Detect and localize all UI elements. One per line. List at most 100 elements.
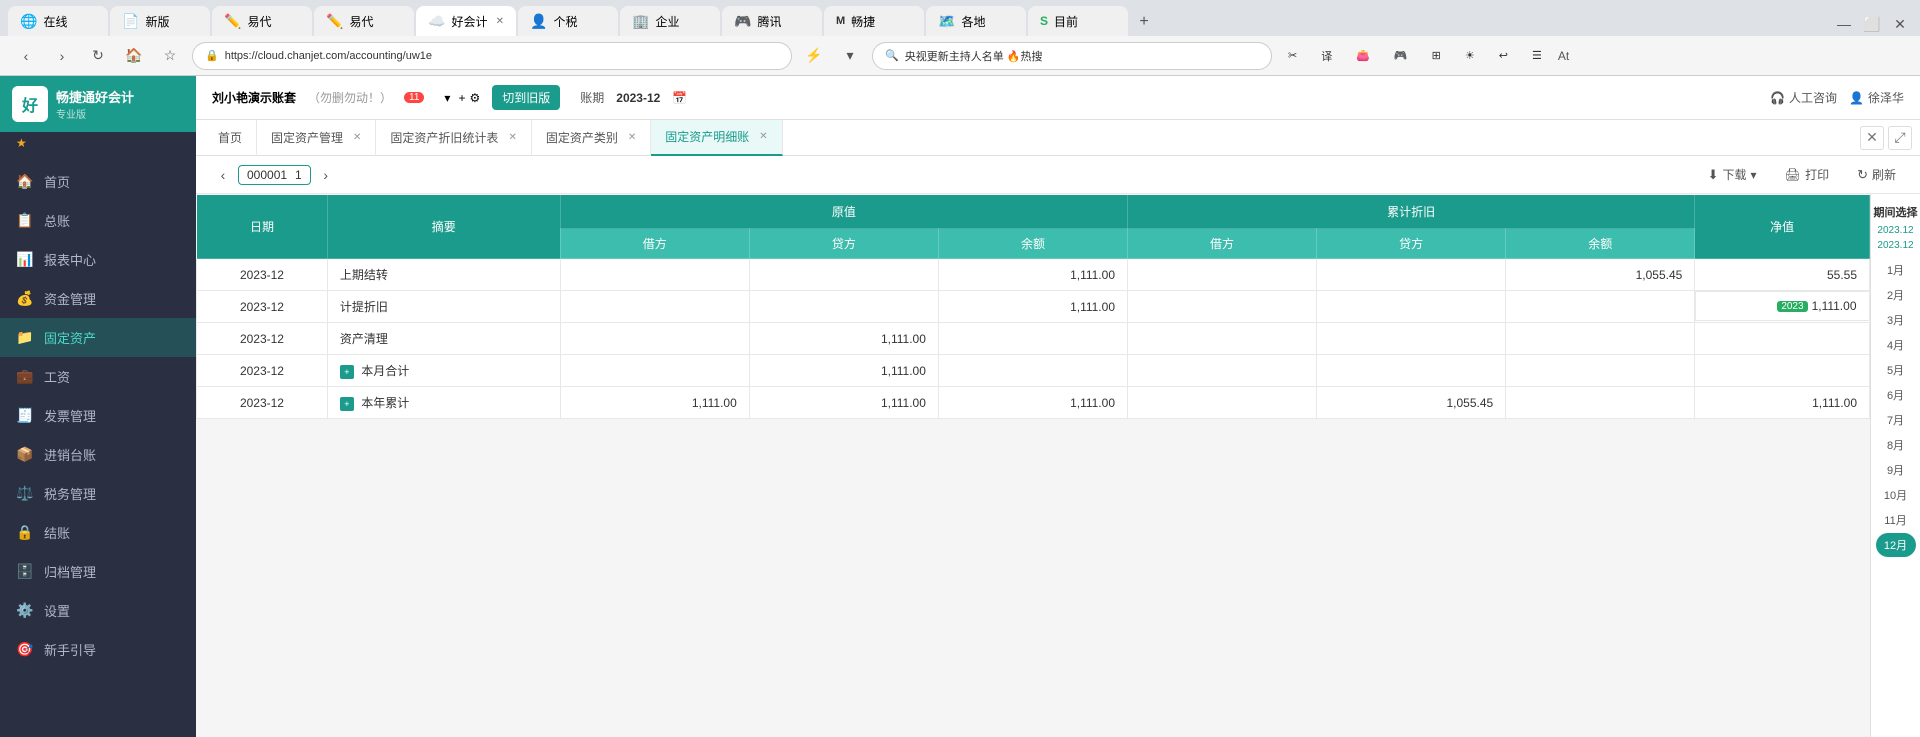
user-profile-button[interactable]: 👤 徐泽华 xyxy=(1849,89,1904,106)
page-tab-close-icon[interactable]: ✕ xyxy=(628,132,636,143)
browser-tab-muqian[interactable]: S 目前 xyxy=(1028,6,1128,36)
brightness-button[interactable]: ☀ xyxy=(1457,43,1483,69)
cell-summary: 资产清理 xyxy=(327,323,560,355)
download-button[interactable]: ⬇ 下载 ▾ xyxy=(1700,162,1765,187)
month-item-11[interactable]: 11月 xyxy=(1876,508,1916,532)
game-button[interactable]: 🎮 xyxy=(1386,43,1416,69)
sidebar-item-inventory[interactable]: 📦 进销台账 xyxy=(0,435,196,474)
month-item-6[interactable]: 6月 xyxy=(1876,383,1916,407)
calendar-icon[interactable]: 📅 xyxy=(672,91,687,105)
browser-tab-new[interactable]: 📄 新版 xyxy=(110,6,210,36)
refresh-button[interactable]: ↻ 刷新 xyxy=(1849,162,1904,187)
cell-orig-debit xyxy=(560,259,749,291)
archive-icon: 🗄️ xyxy=(16,563,34,581)
month-item-3[interactable]: 3月 xyxy=(1876,308,1916,332)
translate-button[interactable]: 译 xyxy=(1313,43,1340,69)
dropdown-chevron: ▾ xyxy=(1751,168,1757,182)
guide-icon: 🎯 xyxy=(16,641,34,659)
month-item-2[interactable]: 2月 xyxy=(1876,283,1916,307)
browser-tab-qiye[interactable]: 🏢 企业 xyxy=(620,6,720,36)
url-input[interactable]: 🔒 https://cloud.chanjet.com/accounting/u… xyxy=(192,42,792,70)
support-button[interactable]: 🎧 人工咨询 xyxy=(1770,89,1837,106)
tab-add-button[interactable]: + xyxy=(1130,8,1158,36)
search-text: 央视更新主持人名单 🔥热搜 xyxy=(905,48,1043,64)
undo-button[interactable]: ↩ xyxy=(1491,43,1516,69)
browser-tab-haokuaiji[interactable]: ☁️ 好会计 ✕ xyxy=(416,6,516,36)
cell-net-value: 2023 1,111.00 xyxy=(1695,291,1869,321)
month-item-5[interactable]: 5月 xyxy=(1876,358,1916,382)
month-item-4[interactable]: 4月 xyxy=(1876,333,1916,357)
cell-summary: + 本年累计 xyxy=(327,387,560,419)
settings-icon[interactable]: ⚙ xyxy=(469,91,480,105)
page-tab-home[interactable]: 首页 xyxy=(204,120,257,156)
sidebar-item-salary[interactable]: 💼 工资 xyxy=(0,357,196,396)
sidebar-item-guide[interactable]: 🎯 新手引导 xyxy=(0,630,196,669)
browser-tab-yidai1[interactable]: ✏️ 易代 xyxy=(212,6,312,36)
page-tab-close-icon[interactable]: ✕ xyxy=(759,131,767,142)
sidebar-item-tax[interactable]: ⚖️ 税务管理 xyxy=(0,474,196,513)
home-nav-button[interactable]: 🏠 xyxy=(120,42,148,70)
tab-close-icon[interactable]: ✕ xyxy=(496,16,504,27)
page-tab-close-icon[interactable]: ✕ xyxy=(353,132,361,143)
dropdown-icon[interactable]: ▾ xyxy=(444,91,450,105)
sidebar-item-archive[interactable]: 🗄️ 归档管理 xyxy=(0,552,196,591)
grid-button[interactable]: ⊞ xyxy=(1424,43,1449,69)
month-item-8[interactable]: 8月 xyxy=(1876,433,1916,457)
browser-tab-changjie[interactable]: M 畅捷 xyxy=(824,6,924,36)
browser-tab-gedi[interactable]: 🗺️ 各地 xyxy=(926,6,1026,36)
month-item-10[interactable]: 10月 xyxy=(1876,483,1916,507)
refresh-nav-button[interactable]: ↻ xyxy=(84,42,112,70)
sidebar-item-home[interactable]: 🏠 首页 xyxy=(0,162,196,201)
month-item-12[interactable]: 12月 xyxy=(1876,533,1916,557)
page-tab-fixed-assets-mgmt[interactable]: 固定资产管理 ✕ xyxy=(257,120,376,156)
menu-button[interactable]: ☰ xyxy=(1524,43,1550,69)
browser-tab-online[interactable]: 🌐 在线 xyxy=(8,6,108,36)
forward-button[interactable]: › xyxy=(48,42,76,70)
browser-tab-tencent[interactable]: 🎮 腾讯 xyxy=(722,6,822,36)
month-item-9[interactable]: 9月 xyxy=(1876,458,1916,482)
sidebar-item-closing[interactable]: 🔒 结账 xyxy=(0,513,196,552)
bookmark-button[interactable]: ☆ xyxy=(156,42,184,70)
scissors-button[interactable]: ✂ xyxy=(1280,43,1305,69)
table-row: 2023-12 + 本月合计 1,111.00 xyxy=(197,355,1870,387)
settings-icon: ⚙️ xyxy=(16,602,34,620)
header-net-value: 净值 xyxy=(1695,195,1870,259)
next-asset-button[interactable]: › xyxy=(315,164,337,186)
switch-old-version-button[interactable]: 切到旧版 xyxy=(492,85,560,110)
cell-date: 2023-12 xyxy=(197,259,328,291)
sidebar-item-settings[interactable]: ⚙️ 设置 xyxy=(0,591,196,630)
browser-tab-yidai2[interactable]: ✏️ 易代 xyxy=(314,6,414,36)
minimize-button[interactable]: — xyxy=(1832,12,1856,36)
net-value-text: 1,111.00 xyxy=(1812,299,1857,313)
page-tab-depreciation-stats[interactable]: 固定资产折旧统计表 ✕ xyxy=(376,120,531,156)
expand-tab-button[interactable]: ⤢ xyxy=(1888,126,1912,150)
wallet-button[interactable]: 👛 xyxy=(1348,43,1378,69)
page-tab-asset-category[interactable]: 固定资产类别 ✕ xyxy=(532,120,651,156)
back-button[interactable]: ‹ xyxy=(12,42,40,70)
close-button[interactable]: ✕ xyxy=(1888,12,1912,36)
sidebar-item-fixed-assets[interactable]: 📁 固定资产 xyxy=(0,318,196,357)
add-icon[interactable]: + xyxy=(458,91,465,105)
cell-summary: + 本月合计 xyxy=(327,355,560,387)
month-item-1[interactable]: 1月 xyxy=(1876,258,1916,282)
sidebar-item-invoice[interactable]: 🧾 发票管理 xyxy=(0,396,196,435)
period-date-2[interactable]: 2023.12 xyxy=(1877,239,1913,252)
page-tab-asset-detail-ledger[interactable]: 固定资产明细账 ✕ xyxy=(651,120,782,156)
close-all-tabs-button[interactable]: ✕ xyxy=(1860,126,1884,150)
browser-tab-geshui[interactable]: 👤 个税 xyxy=(518,6,618,36)
month-item-7[interactable]: 7月 xyxy=(1876,408,1916,432)
print-button[interactable]: 🖨 打印 xyxy=(1777,162,1838,187)
period-date-1[interactable]: 2023.12 xyxy=(1877,224,1913,237)
sidebar-item-reports[interactable]: 📊 报表中心 xyxy=(0,240,196,279)
dropdown-button[interactable]: ▾ xyxy=(836,42,864,70)
extensions-button[interactable]: ⚡ xyxy=(800,42,828,70)
sidebar-item-general-ledger[interactable]: 📋 总账 xyxy=(0,201,196,240)
search-bar[interactable]: 🔍 央视更新主持人名单 🔥热搜 xyxy=(872,42,1272,70)
header-depr-credit: 贷方 xyxy=(1317,229,1506,259)
prev-asset-button[interactable]: ‹ xyxy=(212,164,234,186)
cell-net-value xyxy=(1695,323,1870,355)
sidebar-item-funds[interactable]: 💰 资金管理 xyxy=(0,279,196,318)
maximize-button[interactable]: ⬜ xyxy=(1860,12,1884,36)
page-tab-close-icon[interactable]: ✕ xyxy=(508,132,516,143)
nav-arrows: ‹ 000001 1 › xyxy=(212,164,337,186)
